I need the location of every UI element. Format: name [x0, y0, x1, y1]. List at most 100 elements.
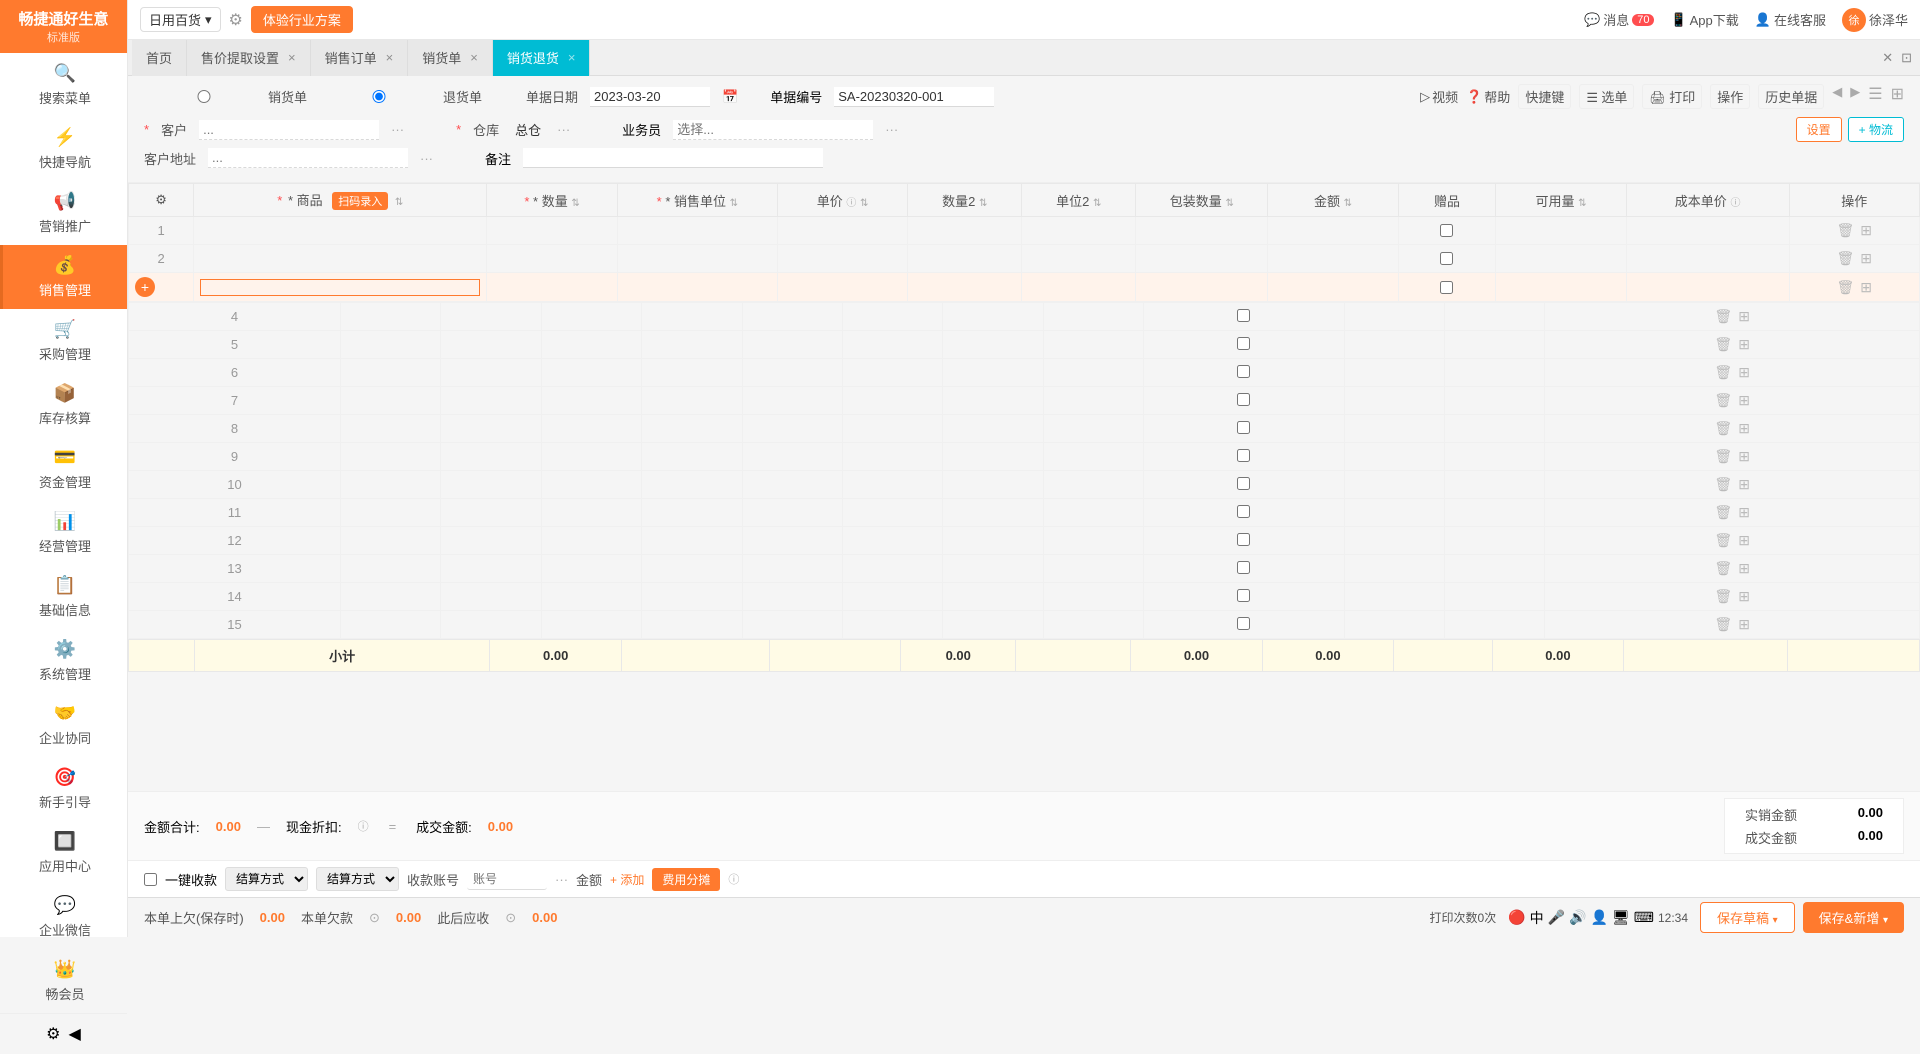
delete-row-icon[interactable]: 🗑: [1714, 616, 1732, 633]
salesperson-more-icon[interactable]: ···: [885, 122, 898, 137]
copy-row-icon[interactable]: ⊞: [1738, 448, 1750, 465]
fee-split-btn[interactable]: 费用分摊: [652, 868, 720, 891]
col-gear-icon[interactable]: ⚙: [155, 192, 167, 207]
date-input[interactable]: [590, 87, 710, 107]
gift-checkbox[interactable]: [1440, 252, 1453, 265]
account-input[interactable]: [467, 869, 547, 890]
gift-checkbox[interactable]: [1237, 617, 1250, 630]
collapse-icon[interactable]: ◀: [69, 1024, 81, 1044]
copy-row-icon[interactable]: ⊞: [1738, 616, 1750, 633]
bill-number-input[interactable]: [834, 87, 994, 107]
maximize-icon[interactable]: ⊡: [1901, 50, 1920, 66]
calendar-icon[interactable]: 📅: [722, 89, 738, 105]
scan-btn[interactable]: 扫码录入: [332, 192, 388, 210]
sort-icon[interactable]: ⇅: [860, 198, 868, 209]
tab-home[interactable]: 首页: [132, 40, 187, 76]
select-btn[interactable]: ☰ 选单: [1579, 84, 1634, 109]
close-window-icon[interactable]: ✕: [1882, 50, 1901, 66]
sidebar-item-system[interactable]: ⚙️ 系统管理: [0, 629, 127, 693]
gift-checkbox[interactable]: [1237, 561, 1250, 574]
add-row-btn[interactable]: +: [135, 277, 155, 297]
logistics-btn[interactable]: + 物流: [1848, 117, 1904, 142]
settings-action-btn[interactable]: 设置: [1796, 117, 1842, 142]
account-more-icon[interactable]: ···: [555, 872, 568, 887]
copy-row-icon[interactable]: ⊞: [1738, 420, 1750, 437]
sidebar-item-collab[interactable]: 🤝 企业协同: [0, 693, 127, 757]
gift-checkbox[interactable]: [1440, 224, 1453, 237]
delete-row-icon[interactable]: 🗑: [1714, 392, 1732, 409]
copy-row-icon[interactable]: ⊞: [1738, 392, 1750, 409]
sort-icon[interactable]: ⇅: [1344, 198, 1352, 209]
prev-icon[interactable]: ◀: [1832, 84, 1842, 109]
sales-unit-cell[interactable]: [617, 217, 777, 245]
address-more-icon[interactable]: ···: [420, 151, 433, 166]
gift-checkbox[interactable]: [1237, 337, 1250, 350]
sidebar-item-marketing[interactable]: 📢 营销推广: [0, 181, 127, 245]
delete-row-icon[interactable]: 🗑: [1714, 588, 1732, 605]
sidebar-item-wechat[interactable]: 💬 企业微信: [0, 885, 127, 949]
help-btn[interactable]: ❓ 帮助: [1466, 84, 1510, 109]
history-btn[interactable]: 历史单据: [1758, 84, 1824, 109]
tab-price-setting[interactable]: 售价提取设置 ×: [187, 40, 311, 76]
sidebar-item-management[interactable]: 📊 经营管理: [0, 501, 127, 565]
close-icon[interactable]: ×: [470, 50, 478, 65]
return-bill-radio[interactable]: 退货单: [319, 87, 482, 106]
close-icon[interactable]: ×: [386, 50, 394, 65]
copy-row-icon[interactable]: ⊞: [1738, 336, 1750, 353]
copy-row-icon[interactable]: ⊞: [1738, 364, 1750, 381]
remark-input[interactable]: [523, 148, 823, 168]
delete-row-icon[interactable]: 🗑: [1714, 336, 1732, 353]
unit2-cell[interactable]: [1022, 217, 1136, 245]
return-radio-input[interactable]: [319, 90, 439, 103]
sidebar-item-sales[interactable]: 💰 销售管理: [0, 245, 127, 309]
copy-row-icon[interactable]: ⊞: [1860, 222, 1872, 239]
sidebar-item-member[interactable]: 👑 畅会员: [0, 949, 127, 1013]
copy-row-icon[interactable]: ⊞: [1860, 279, 1872, 296]
customer-input[interactable]: [199, 120, 379, 140]
gift-checkbox[interactable]: [1237, 477, 1250, 490]
operate-btn[interactable]: 操作: [1710, 84, 1750, 109]
gift-checkbox[interactable]: [1237, 589, 1250, 602]
notification-btn[interactable]: 💬 消息 70: [1584, 10, 1654, 29]
copy-row-icon[interactable]: ⊞: [1860, 250, 1872, 267]
gift-checkbox[interactable]: [1440, 281, 1453, 294]
amount-cell[interactable]: [1268, 217, 1398, 245]
copy-row-icon[interactable]: ⊞: [1738, 588, 1750, 605]
delete-row-icon[interactable]: 🗑: [1837, 250, 1855, 267]
sort-icon[interactable]: ⇅: [979, 198, 987, 209]
print-btn[interactable]: 🖨 打印: [1642, 84, 1702, 109]
copy-row-icon[interactable]: ⊞: [1738, 308, 1750, 325]
delete-row-icon[interactable]: 🗑: [1714, 448, 1732, 465]
sort-icon[interactable]: ⇅: [571, 198, 579, 209]
available-cell[interactable]: [1496, 217, 1626, 245]
product-cell[interactable]: [194, 217, 487, 245]
delete-row-icon[interactable]: 🗑: [1714, 308, 1732, 325]
sidebar-item-app-center[interactable]: 🔲 应用中心: [0, 821, 127, 885]
sort-icon[interactable]: ⇅: [1578, 198, 1586, 209]
qty2-cell[interactable]: [908, 217, 1022, 245]
sale-radio-input[interactable]: [144, 90, 264, 103]
online-service-btn[interactable]: 👤 在线客服: [1755, 10, 1826, 29]
sort-icon[interactable]: ⇅: [1225, 198, 1233, 209]
delete-row-icon[interactable]: 🗑: [1714, 476, 1732, 493]
sidebar-item-quick-nav[interactable]: ⚡ 快捷导航: [0, 117, 127, 181]
next-icon[interactable]: ▶: [1850, 84, 1860, 109]
close-icon[interactable]: ×: [288, 50, 296, 65]
gift-cell[interactable]: [1398, 217, 1496, 245]
gift-checkbox[interactable]: [1237, 505, 1250, 518]
gift-checkbox[interactable]: [1237, 421, 1250, 434]
copy-row-icon[interactable]: ⊞: [1738, 504, 1750, 521]
tab-sales-bill[interactable]: 销货单 ×: [408, 40, 493, 76]
calc-method-select[interactable]: 结算方式: [316, 867, 399, 891]
video-btn[interactable]: ▷ 视频: [1420, 84, 1458, 109]
gift-checkbox[interactable]: [1237, 365, 1250, 378]
gift-checkbox[interactable]: [1237, 393, 1250, 406]
salesperson-input[interactable]: [673, 120, 873, 140]
tab-sales-return[interactable]: 销货退货 ×: [493, 40, 591, 76]
cost-price-cell[interactable]: [1626, 217, 1789, 245]
delete-row-icon[interactable]: 🗑: [1714, 532, 1732, 549]
sidebar-item-finance[interactable]: 💳 资金管理: [0, 437, 127, 501]
user-profile[interactable]: 徐 徐泽华: [1842, 8, 1908, 32]
grid-view-icon[interactable]: ⊞: [1891, 84, 1904, 109]
sort-icon[interactable]: ⇅: [395, 197, 403, 208]
